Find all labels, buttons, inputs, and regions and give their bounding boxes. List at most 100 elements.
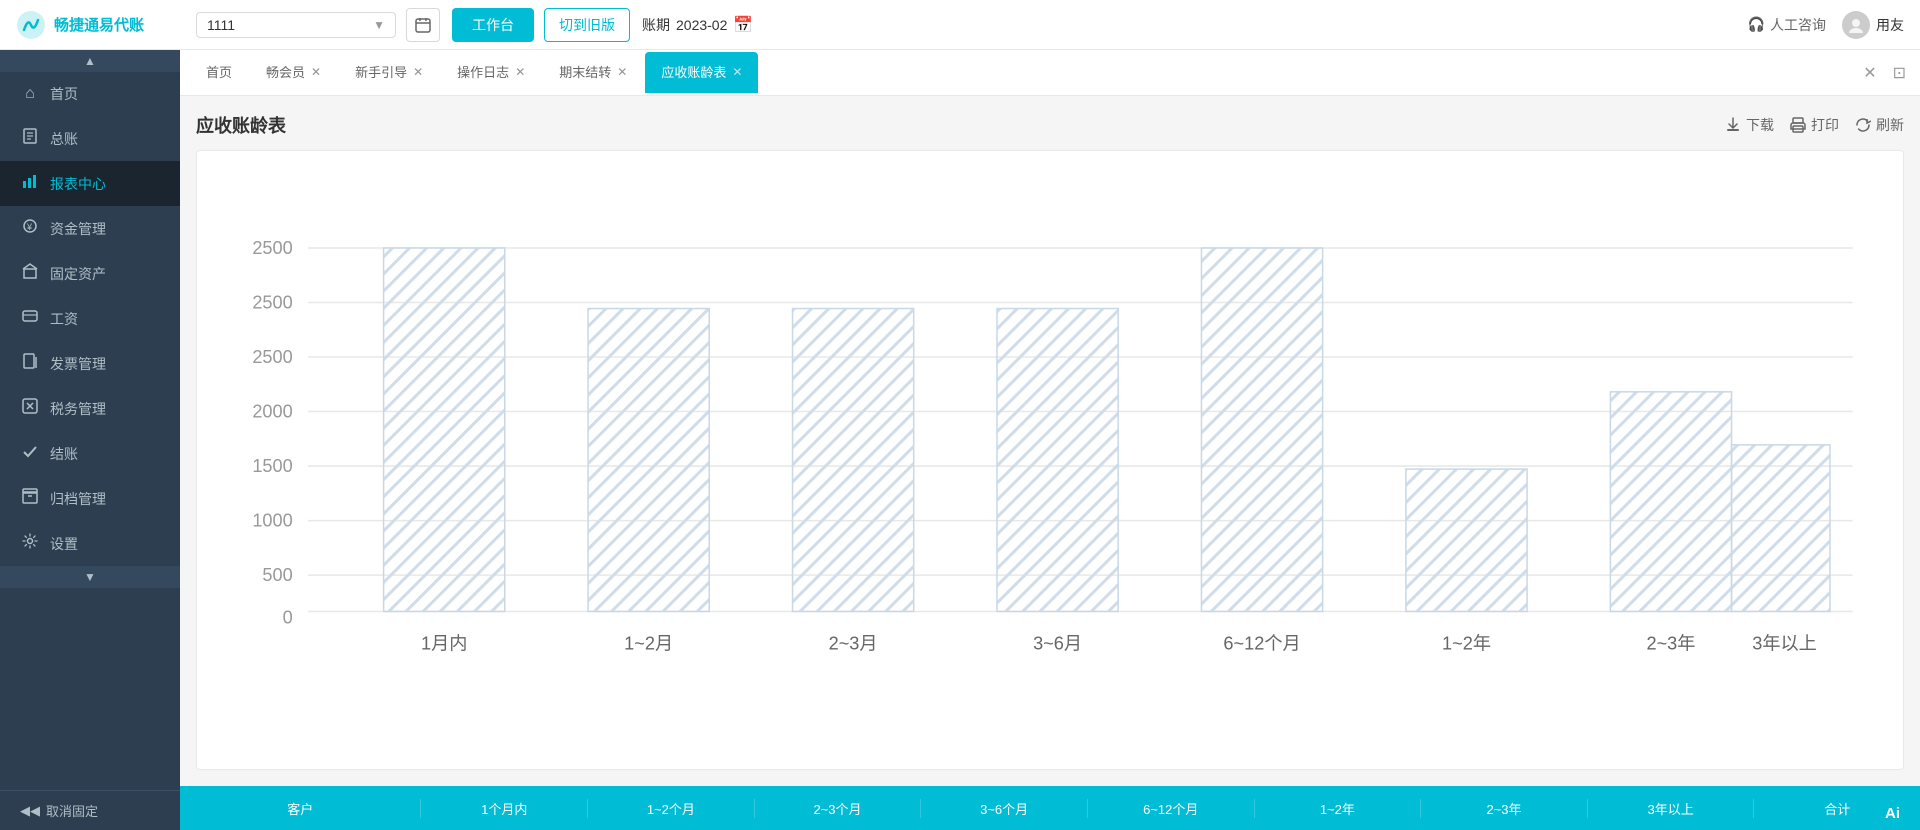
tab-home[interactable]: 首页 bbox=[190, 52, 248, 93]
download-icon bbox=[1725, 117, 1741, 133]
table-header-2-3year: 2~3年 bbox=[1421, 799, 1588, 818]
print-button[interactable]: 打印 bbox=[1790, 115, 1839, 135]
sidebar-label-assets: 固定资产 bbox=[50, 264, 106, 284]
main-layout: ▲ ⌂ 首页 总账 报表中心 ¥ 资金管理 bbox=[0, 50, 1920, 830]
service-button[interactable]: 🎧 人工咨询 bbox=[1748, 15, 1826, 35]
company-name: 1111 bbox=[207, 17, 367, 33]
sidebar-label-closing: 结账 bbox=[50, 444, 78, 464]
tab-member-label: 畅会员 bbox=[266, 62, 305, 81]
tab-aging-label: 应收账龄表 bbox=[661, 62, 726, 81]
archive-icon bbox=[20, 488, 40, 509]
sidebar: ▲ ⌂ 首页 总账 报表中心 ¥ 资金管理 bbox=[0, 50, 180, 830]
sidebar-item-assets[interactable]: 固定资产 bbox=[0, 251, 180, 296]
user-area[interactable]: 用友 bbox=[1842, 11, 1904, 39]
tab-member-close[interactable]: ✕ bbox=[311, 65, 321, 79]
svg-text:2500: 2500 bbox=[252, 238, 292, 258]
sidebar-item-home[interactable]: ⌂ 首页 bbox=[0, 72, 180, 116]
logo-text: 畅捷通易代账 bbox=[54, 14, 144, 35]
workbench-button[interactable]: 工作台 bbox=[452, 8, 534, 42]
calendar-button[interactable] bbox=[406, 8, 440, 42]
bar-chart: 2500 2500 2500 2000 1500 1000 500 0 bbox=[217, 171, 1883, 749]
tabs-bar: 首页 畅会员 ✕ 新手引导 ✕ 操作日志 ✕ 期末结转 ✕ 应收账龄表 ✕ bbox=[180, 50, 1920, 96]
tabs-close-button[interactable]: ✕ bbox=[1859, 59, 1880, 87]
sidebar-item-closing[interactable]: 结账 bbox=[0, 431, 180, 476]
service-label: 人工咨询 bbox=[1770, 15, 1826, 35]
sidebar-label-salary: 工资 bbox=[50, 309, 78, 329]
sidebar-item-archive[interactable]: 归档管理 bbox=[0, 476, 180, 521]
calendar-icon bbox=[415, 17, 431, 33]
sidebar-item-reports[interactable]: 报表中心 bbox=[0, 161, 180, 206]
tax-icon bbox=[20, 398, 40, 419]
funds-icon: ¥ bbox=[20, 218, 40, 239]
table-header-1month: 1个月内 bbox=[421, 799, 588, 818]
period-area: 账期 2023-02 📅 bbox=[642, 15, 753, 35]
logo-area: 畅捷通易代账 bbox=[16, 10, 196, 40]
assets-icon bbox=[20, 263, 40, 284]
print-icon bbox=[1790, 117, 1806, 133]
table-header-customer: 客户 bbox=[180, 799, 421, 818]
tabs-actions: ✕ ⊡ bbox=[1859, 59, 1910, 87]
svg-text:2~3月: 2~3月 bbox=[829, 633, 878, 653]
table-header-2-3month: 2~3个月 bbox=[755, 799, 922, 818]
headset-icon: 🎧 bbox=[1748, 16, 1765, 33]
ledger-icon bbox=[20, 128, 40, 149]
download-button[interactable]: 下载 bbox=[1725, 115, 1774, 135]
period-calendar-icon[interactable]: 📅 bbox=[733, 15, 753, 35]
company-selector[interactable]: 1111 ▼ bbox=[196, 12, 396, 38]
tabs-maximize-button[interactable]: ⊡ bbox=[1889, 59, 1910, 87]
avatar bbox=[1842, 11, 1870, 39]
sidebar-item-settings[interactable]: 设置 bbox=[0, 521, 180, 566]
tab-aging-close[interactable]: ✕ bbox=[732, 65, 742, 79]
period-value: 2023-02 bbox=[676, 17, 727, 33]
refresh-icon bbox=[1855, 117, 1871, 133]
svg-text:1000: 1000 bbox=[252, 511, 292, 531]
tab-guide-close[interactable]: ✕ bbox=[413, 65, 423, 79]
closing-icon bbox=[20, 443, 40, 464]
collapse-icon: ◀◀ bbox=[20, 803, 40, 819]
tab-guide[interactable]: 新手引导 ✕ bbox=[339, 52, 439, 93]
sidebar-item-funds[interactable]: ¥ 资金管理 bbox=[0, 206, 180, 251]
tab-closing-label: 期末结转 bbox=[559, 62, 611, 81]
top-bar: 畅捷通易代账 1111 ▼ 工作台 切到旧版 账期 2023-02 📅 🎧 人工… bbox=[0, 0, 1920, 50]
download-label: 下载 bbox=[1746, 115, 1774, 135]
table-header-1-2year: 1~2年 bbox=[1255, 799, 1422, 818]
sidebar-item-salary[interactable]: 工资 bbox=[0, 296, 180, 341]
ai-badge[interactable]: Ai bbox=[1865, 797, 1920, 830]
svg-text:1~2年: 1~2年 bbox=[1442, 633, 1491, 653]
tab-closing-close[interactable]: ✕ bbox=[617, 65, 627, 79]
tab-home-label: 首页 bbox=[206, 62, 232, 81]
svg-text:2000: 2000 bbox=[252, 402, 292, 422]
refresh-button[interactable]: 刷新 bbox=[1855, 115, 1904, 135]
invoice-icon bbox=[20, 353, 40, 374]
home-icon: ⌂ bbox=[20, 85, 40, 103]
svg-text:0: 0 bbox=[283, 608, 293, 628]
user-name: 用友 bbox=[1876, 15, 1904, 35]
sidebar-collapse-button[interactable]: ◀◀ 取消固定 bbox=[0, 790, 180, 830]
page-title: 应收账龄表 bbox=[196, 112, 286, 138]
svg-text:3年以上: 3年以上 bbox=[1752, 633, 1817, 653]
ai-label: Ai bbox=[1885, 805, 1900, 822]
sidebar-label-archive: 归档管理 bbox=[50, 489, 106, 509]
sidebar-item-invoice[interactable]: 发票管理 bbox=[0, 341, 180, 386]
tab-guide-label: 新手引导 bbox=[355, 62, 407, 81]
tab-log-label: 操作日志 bbox=[457, 62, 509, 81]
tab-aging[interactable]: 应收账龄表 ✕ bbox=[645, 52, 758, 93]
svg-text:2500: 2500 bbox=[252, 347, 292, 367]
scroll-down-indicator[interactable]: ▼ bbox=[0, 566, 180, 588]
top-right-area: 🎧 人工咨询 用友 bbox=[1748, 11, 1904, 39]
table-header-6-12month: 6~12个月 bbox=[1088, 799, 1255, 818]
svg-text:1500: 1500 bbox=[252, 456, 292, 476]
sidebar-item-general-ledger[interactable]: 总账 bbox=[0, 116, 180, 161]
tab-log-close[interactable]: ✕ bbox=[515, 65, 525, 79]
tab-log[interactable]: 操作日志 ✕ bbox=[441, 52, 541, 93]
settings-icon bbox=[20, 533, 40, 554]
refresh-label: 刷新 bbox=[1876, 115, 1904, 135]
print-label: 打印 bbox=[1811, 115, 1839, 135]
scroll-up-indicator[interactable]: ▲ bbox=[0, 50, 180, 72]
sidebar-item-tax[interactable]: 税务管理 bbox=[0, 386, 180, 431]
sidebar-label-settings: 设置 bbox=[50, 534, 78, 554]
tab-member[interactable]: 畅会员 ✕ bbox=[250, 52, 337, 93]
table-header-1-2month: 1~2个月 bbox=[588, 799, 755, 818]
tab-closing[interactable]: 期末结转 ✕ bbox=[543, 52, 643, 93]
switch-version-button[interactable]: 切到旧版 bbox=[544, 8, 630, 42]
